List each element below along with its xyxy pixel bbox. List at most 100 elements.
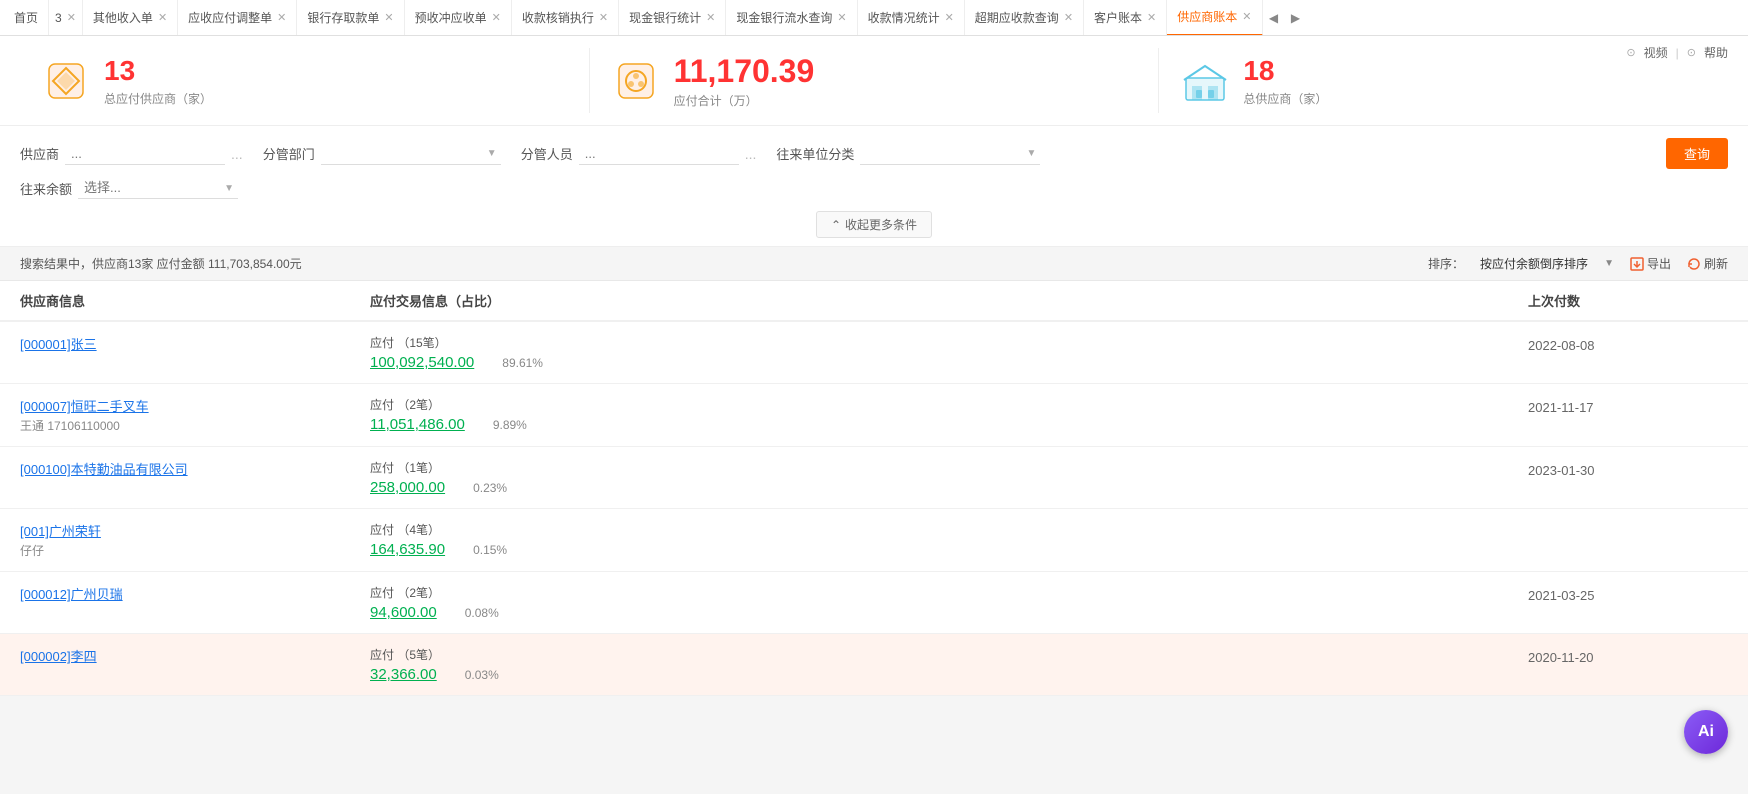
dept-input[interactable] xyxy=(321,143,501,165)
cell-supplier-2: [000100]本特勤油品有限公司 xyxy=(20,459,370,478)
nav-tab-receipt-stat[interactable]: 收款情况统计 ✕ xyxy=(858,0,965,36)
grain-icon xyxy=(610,55,662,107)
person-input[interactable] xyxy=(579,143,739,165)
tx-amount-2[interactable]: 258,000.00 xyxy=(370,479,445,496)
diamond-icon xyxy=(40,55,92,107)
tx-amount-4[interactable]: 94,600.00 xyxy=(370,604,437,621)
tx-row-4: 94,600.00 0.08% xyxy=(370,604,1528,621)
main-table: 供应商信息 应付交易信息（占比） 上次付数 [000001]张三 应付 （15笔… xyxy=(0,281,1748,696)
supplier-link-2[interactable]: [000100]本特勤油品有限公司 xyxy=(20,462,188,477)
supplier-link-1[interactable]: [000007]恒旺二手叉车 xyxy=(20,399,149,414)
results-summary-text: 搜索结果中，供应商13家 应付金额 111,703,854.00元 xyxy=(20,255,302,272)
payable-suppliers-number: 13 xyxy=(104,54,212,88)
close-icon[interactable]: ✕ xyxy=(67,11,76,24)
tx-pct-2: 0.23% xyxy=(473,481,507,495)
person-dots-btn[interactable]: ... xyxy=(745,146,757,162)
cell-transaction-3: 应付 （4笔） 164,635.90 0.15% xyxy=(370,521,1528,558)
supplier-link-3[interactable]: [001]广州荣轩 xyxy=(20,524,101,539)
cell-supplier-0: [000001]张三 xyxy=(20,334,370,353)
person-filter: 分管人员 ... xyxy=(521,143,757,165)
nav-tab-customer-ledger[interactable]: 客户账本 ✕ xyxy=(1084,0,1167,36)
results-bar: 搜索结果中，供应商13家 应付金额 111,703,854.00元 排序： 按应… xyxy=(0,247,1748,281)
tx-amount-5[interactable]: 32,366.00 xyxy=(370,666,437,683)
category-filter: 往来单位分类 ▼ xyxy=(776,143,1040,165)
balance-input[interactable] xyxy=(78,177,238,199)
payable-total-info: 11,170.39 应付合计（万） xyxy=(674,52,815,109)
close-icon[interactable]: ✕ xyxy=(706,11,715,24)
nav-left-arrow[interactable]: ◀ xyxy=(1263,0,1285,36)
nav-tab-cash-flow[interactable]: 现金银行流水查询 ✕ xyxy=(726,0,857,36)
supplier-input[interactable] xyxy=(65,143,225,165)
close-icon[interactable]: ✕ xyxy=(1242,10,1251,23)
nav-tab-home[interactable]: 首页 xyxy=(4,0,49,36)
table-row: [000002]李四 应付 （5笔） 32,366.00 0.03% 2020-… xyxy=(0,634,1748,696)
cell-supplier-4: [000012]广州贝瑞 xyxy=(20,584,370,603)
total-suppliers-number: 18 xyxy=(1243,54,1327,88)
tx-row-1: 11,051,486.00 9.89% xyxy=(370,416,1528,433)
nav-tab-receipt-verify[interactable]: 收款核销执行 ✕ xyxy=(512,0,619,36)
nav-tab-advance-ar[interactable]: 预收冲应收单 ✕ xyxy=(405,0,512,36)
filter-row-2: 往来余额 ▼ xyxy=(20,177,1728,199)
help-link[interactable]: 帮助 xyxy=(1704,44,1728,61)
tx-label-1: 应付 （2笔） xyxy=(370,396,1528,413)
tx-pct-5: 0.03% xyxy=(465,668,499,682)
tx-amount-1[interactable]: 11,051,486.00 xyxy=(370,416,465,433)
tx-pct-3: 0.15% xyxy=(473,543,507,557)
close-icon[interactable]: ✕ xyxy=(158,11,167,24)
ai-button[interactable]: Ai xyxy=(1684,710,1728,754)
collapse-arrow-icon: ⌃ xyxy=(831,218,841,232)
summary-bar: 13 总应付供应商（家） 11,170.39 应付合计（万） xyxy=(0,36,1748,126)
nav-tab-overdue-ar[interactable]: 超期应收款查询 ✕ xyxy=(965,0,1084,36)
collapse-button[interactable]: ⌃ 收起更多条件 xyxy=(816,211,932,238)
category-input[interactable] xyxy=(860,143,1040,165)
close-icon[interactable]: ✕ xyxy=(384,11,393,24)
tx-row-3: 164,635.90 0.15% xyxy=(370,541,1528,558)
close-icon[interactable]: ✕ xyxy=(837,11,846,24)
total-suppliers-label: 总供应商（家） xyxy=(1243,90,1327,107)
tx-label-2: 应付 （1笔） xyxy=(370,459,1528,476)
category-select-wrap: ▼ xyxy=(860,143,1040,165)
close-icon[interactable]: ✕ xyxy=(1147,11,1156,24)
close-icon[interactable]: ✕ xyxy=(277,11,286,24)
close-icon[interactable]: ✕ xyxy=(1064,11,1073,24)
tx-amount-0[interactable]: 100,092,540.00 xyxy=(370,354,474,371)
tx-label-0: 应付 （15笔） xyxy=(370,334,1528,351)
supplier-link-0[interactable]: [000001]张三 xyxy=(20,337,97,352)
nav-tab-cash-bank-stat[interactable]: 现金银行统计 ✕ xyxy=(619,0,726,36)
refresh-button[interactable]: 刷新 xyxy=(1687,255,1728,272)
nav-tab-other-income[interactable]: 其他收入单 ✕ xyxy=(83,0,178,36)
tx-pct-1: 9.89% xyxy=(493,418,527,432)
tx-amount-3[interactable]: 164,635.90 xyxy=(370,541,445,558)
tx-label-5: 应付 （5笔） xyxy=(370,646,1528,663)
export-button[interactable]: 导出 xyxy=(1630,255,1671,272)
cell-lastpay-5: 2020-11-20 xyxy=(1528,646,1728,665)
supplier-filter: 供应商 ... xyxy=(20,143,243,165)
video-link[interactable]: 视频 xyxy=(1644,44,1668,61)
close-icon[interactable]: ✕ xyxy=(599,11,608,24)
cell-supplier-3: [001]广州荣轩 仔仔 xyxy=(20,521,370,559)
tx-row-2: 258,000.00 0.23% xyxy=(370,479,1528,496)
supplier-filter-label: 供应商 xyxy=(20,144,59,163)
nav-tab-bank-deposit[interactable]: 银行存取款单 ✕ xyxy=(297,0,404,36)
nav-tab-ar-adjust[interactable]: 应收应付调整单 ✕ xyxy=(178,0,297,36)
nav-right-arrow[interactable]: ▶ xyxy=(1285,0,1307,36)
supplier-link-4[interactable]: [000012]广州贝瑞 xyxy=(20,587,123,602)
payable-suppliers-info: 13 总应付供应商（家） xyxy=(104,54,212,107)
balance-filter-label: 往来余额 xyxy=(20,179,72,198)
close-icon[interactable]: ✕ xyxy=(492,11,501,24)
cell-lastpay-0: 2022-08-08 xyxy=(1528,334,1728,353)
nav-tab-supplier-ledger[interactable]: 供应商账本 ✕ xyxy=(1167,0,1262,36)
cell-lastpay-2: 2023-01-30 xyxy=(1528,459,1728,478)
query-button[interactable]: 查询 xyxy=(1666,138,1728,169)
sort-selector[interactable]: 按应付余额倒序排序 xyxy=(1480,255,1588,272)
person-filter-label: 分管人员 xyxy=(521,144,573,163)
category-filter-label: 往来单位分类 xyxy=(776,144,854,163)
supplier-dots-btn[interactable]: ... xyxy=(231,146,243,162)
close-icon[interactable]: ✕ xyxy=(945,11,954,24)
supplier-link-5[interactable]: [000002]李四 xyxy=(20,649,97,664)
shop-icon xyxy=(1179,55,1231,107)
top-navigation: 首页 3 ✕ 其他收入单 ✕ 应收应付调整单 ✕ 银行存取款单 ✕ 预收冲应收单… xyxy=(0,0,1748,36)
table-row: [000001]张三 应付 （15笔） 100,092,540.00 89.61… xyxy=(0,322,1748,384)
nav-tab-3[interactable]: 3 ✕ xyxy=(49,0,83,36)
cell-lastpay-4: 2021-03-25 xyxy=(1528,584,1728,603)
